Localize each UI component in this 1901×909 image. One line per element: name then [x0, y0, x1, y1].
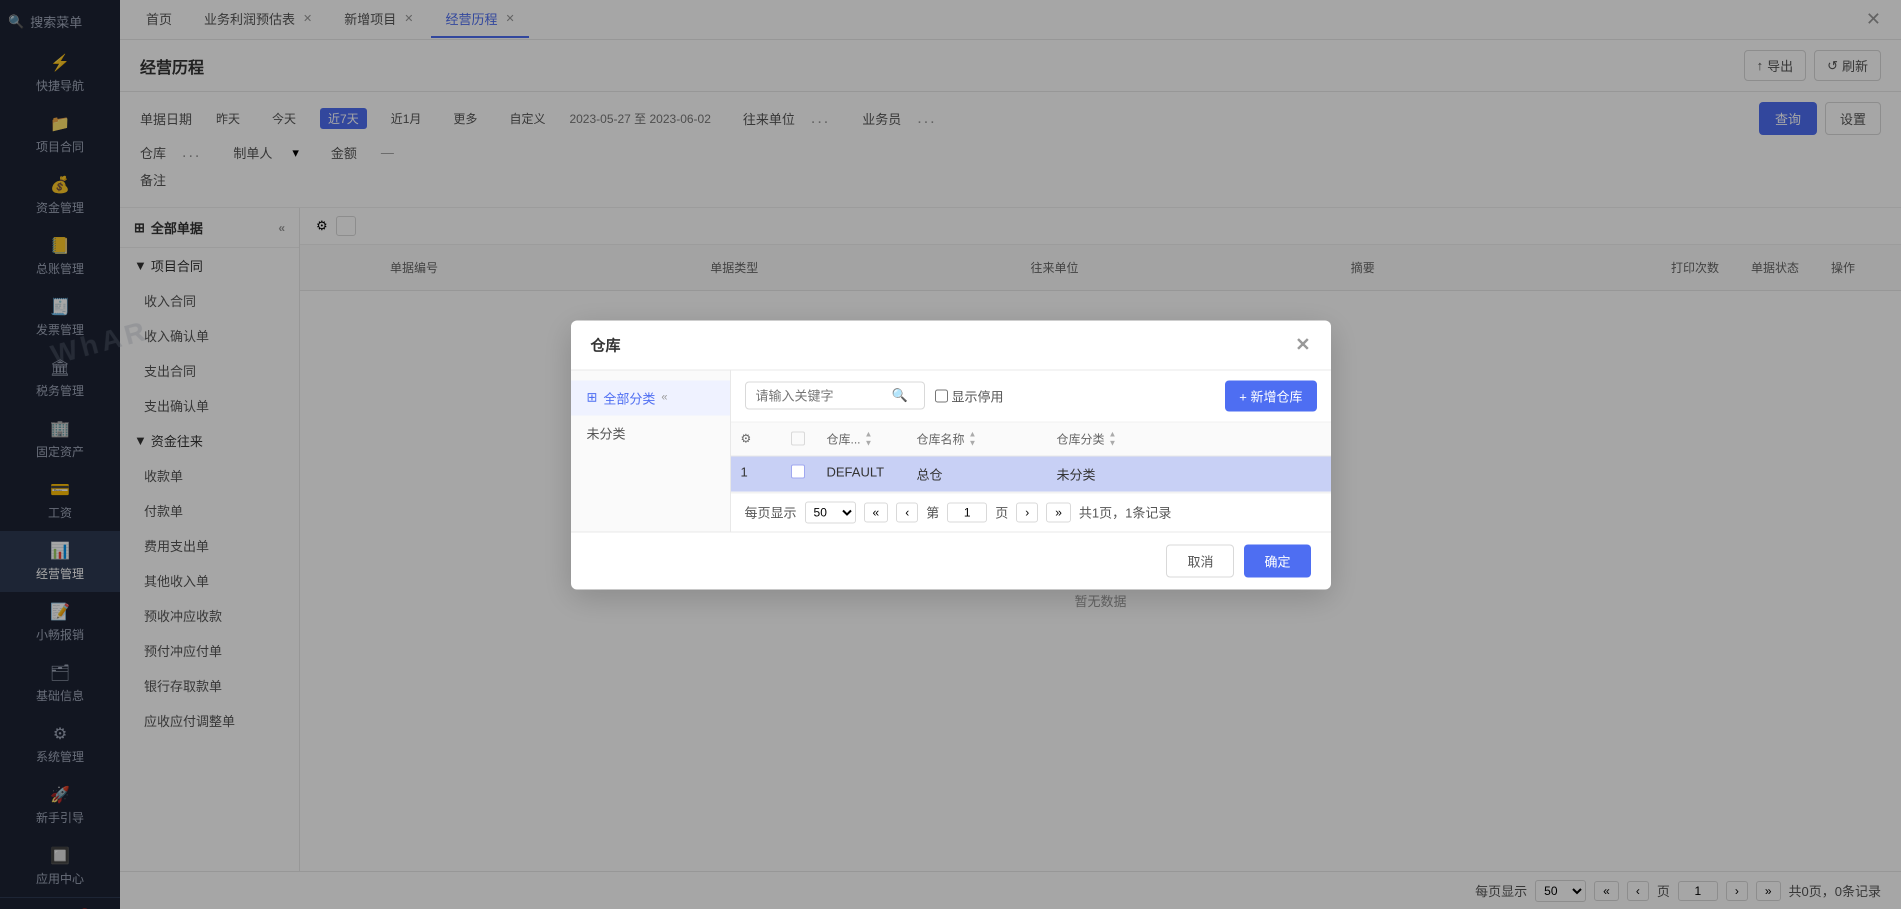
row-category: 未分类 [1047, 456, 1187, 491]
modal-right: 🔍 显示停用 + 新增仓库 ⚙ [731, 370, 1331, 531]
modal-th-checkbox[interactable] [781, 422, 817, 455]
modal-per-page-select[interactable]: 50 100 [805, 501, 856, 523]
cat-collapse-icon[interactable]: « [661, 392, 667, 404]
modal-cat-all[interactable]: ⊞ 全部分类 « [571, 380, 730, 415]
modal-search-input[interactable] [756, 388, 886, 403]
add-warehouse-label: + 新增仓库 [1239, 386, 1302, 405]
row-check-box[interactable] [791, 464, 805, 478]
modal-first-btn[interactable]: « [864, 502, 889, 522]
cat-uncategorized-label: 未分类 [587, 423, 626, 442]
modal-confirm-button[interactable]: 确定 [1244, 544, 1310, 577]
modal-toolbar: 🔍 显示停用 + 新增仓库 [731, 370, 1331, 422]
show-disabled-check[interactable] [935, 389, 948, 402]
show-disabled-label: 显示停用 [952, 386, 1004, 405]
modal-footer: 取消 确定 [571, 531, 1331, 589]
sort-arrows-name: ▲ ▼ [969, 430, 977, 447]
modal-th-code-label: 仓库... [827, 430, 861, 447]
modal-body: ⊞ 全部分类 « 未分类 🔍 显示停用 + 新增仓库 [571, 370, 1331, 531]
modal-title: 仓库 [591, 334, 621, 355]
modal-close-icon[interactable]: ✕ [1295, 334, 1310, 355]
modal-show-disabled-checkbox[interactable]: 显示停用 [935, 386, 1004, 405]
modal-table: ⚙ 仓库... ▲ ▼ 仓库名称 [731, 422, 1331, 492]
modal-last-btn[interactable]: » [1046, 502, 1071, 522]
th-checkbox[interactable] [791, 432, 805, 446]
modal-next-btn[interactable]: › [1016, 502, 1038, 522]
modal-th-name-label: 仓库名称 [917, 430, 965, 447]
modal-page-label: 第 [926, 503, 939, 522]
modal-per-page-label: 每页显示 [745, 503, 797, 522]
modal-prev-btn[interactable]: ‹ [896, 502, 918, 522]
modal-table-header: ⚙ 仓库... ▲ ▼ 仓库名称 [731, 422, 1331, 456]
modal-th-name[interactable]: 仓库名称 ▲ ▼ [907, 422, 1047, 455]
modal-th-category[interactable]: 仓库分类 ▲ ▼ [1047, 422, 1187, 455]
warehouse-modal: 仓库 ✕ ⊞ 全部分类 « 未分类 🔍 显示停用 [571, 320, 1331, 589]
modal-total-text: 共1页，1条记录 [1079, 503, 1171, 522]
row-code: DEFAULT [817, 456, 907, 491]
modal-header: 仓库 ✕ [571, 320, 1331, 370]
modal-left-category: ⊞ 全部分类 « 未分类 [571, 370, 731, 531]
modal-cancel-button[interactable]: 取消 [1166, 544, 1234, 577]
row-checkbox[interactable] [781, 456, 817, 491]
modal-search-box[interactable]: 🔍 [745, 382, 925, 410]
sort-arrows-code: ▲ ▼ [865, 430, 873, 447]
th-gear-icon: ⚙ [741, 432, 752, 446]
modal-th-code[interactable]: 仓库... ▲ ▼ [817, 422, 907, 455]
modal-th-category-label: 仓库分类 [1057, 430, 1105, 447]
cat-all-label: 全部分类 [603, 388, 655, 407]
modal-table-footer: 每页显示 50 100 « ‹ 第 页 › » 共1页，1条记录 [731, 492, 1331, 531]
modal-table-row[interactable]: 1 DEFAULT 总仓 未分类 [731, 456, 1331, 492]
modal-cat-uncategorized[interactable]: 未分类 [571, 415, 730, 450]
modal-search-icon[interactable]: 🔍 [892, 388, 908, 404]
row-name: 总仓 [907, 456, 1047, 491]
sort-arrows-category: ▲ ▼ [1109, 430, 1117, 447]
cat-all-icon: ⊞ [587, 390, 598, 406]
modal-th-settings[interactable]: ⚙ [731, 422, 781, 455]
row-num: 1 [731, 456, 781, 491]
add-warehouse-button[interactable]: + 新增仓库 [1225, 380, 1316, 411]
modal-page-input[interactable] [947, 502, 987, 522]
modal-page-suffix: 页 [995, 503, 1008, 522]
